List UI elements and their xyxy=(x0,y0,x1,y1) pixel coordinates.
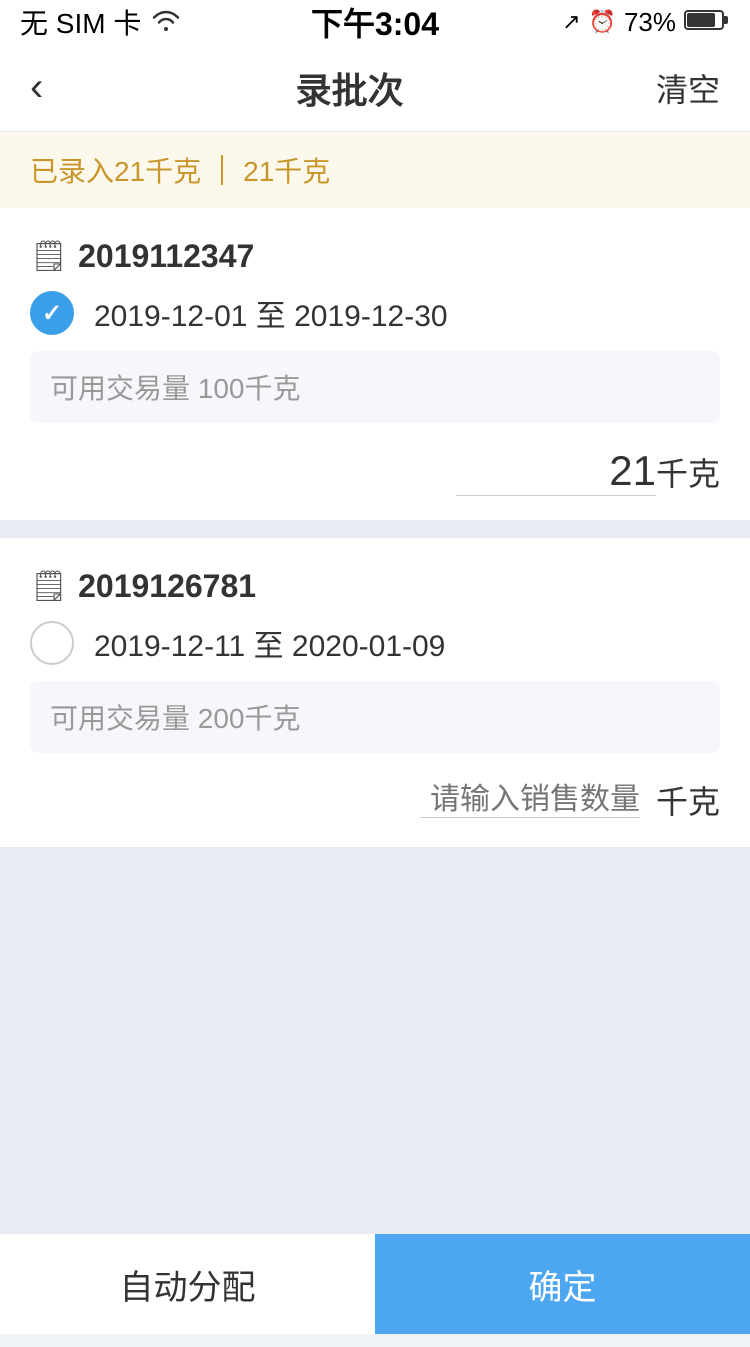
auto-distribute-button[interactable]: 自动分配 xyxy=(0,1234,375,1334)
avail-text-1: 可用交易量 100千克 xyxy=(50,373,301,404)
info-divider xyxy=(221,155,223,185)
status-icons: ↗ ⏰ 73% xyxy=(562,7,730,38)
alarm-icon: ⏰ xyxy=(589,9,616,35)
status-bar: 无 SIM 卡 下午3:04 ↗ ⏰ 73% xyxy=(0,0,750,44)
batch-radio-2[interactable] xyxy=(30,621,74,665)
avail-box-2: 可用交易量 200千克 xyxy=(30,681,720,753)
batch-date-2: 2019-12-11 至 2020-01-09 xyxy=(94,621,445,665)
clear-button[interactable]: 清空 xyxy=(656,65,720,111)
batch-row-2: 2019-12-11 至 2020-01-09 xyxy=(30,621,720,665)
carrier-text: 无 SIM 卡 xyxy=(20,2,141,42)
status-time: 下午3:04 xyxy=(311,0,439,45)
avail-text-2: 可用交易量 200千克 xyxy=(50,703,301,734)
batch-doc-icon-1: 🗒 xyxy=(30,239,68,274)
qty-unit-2: 千克 xyxy=(656,777,720,823)
empty-area xyxy=(0,847,750,1247)
page-title: 录批次 xyxy=(296,62,404,114)
bottom-bar: 自动分配 确定 xyxy=(0,1234,750,1334)
entered-amount: 已录入21千克 xyxy=(30,150,201,190)
qty-row-1: 千克 xyxy=(0,423,750,520)
batch-row-1: 2019-12-01 至 2019-12-30 xyxy=(30,291,720,335)
location-icon: ↗ xyxy=(562,9,580,35)
qty-unit-1: 千克 xyxy=(656,449,720,495)
qty-input-2[interactable] xyxy=(420,783,640,818)
avail-box-1: 可用交易量 100千克 xyxy=(30,351,720,423)
confirm-button[interactable]: 确定 xyxy=(375,1234,750,1334)
total-amount: 21千克 xyxy=(243,150,330,190)
batch-id-1: 2019112347 xyxy=(78,238,254,275)
back-button[interactable]: ‹ xyxy=(30,65,43,110)
info-banner: 已录入21千克 21千克 xyxy=(0,132,750,208)
batch-header-1: 🗒 2019112347 xyxy=(30,238,720,275)
input-row-2: 千克 xyxy=(0,753,750,847)
batch-radio-1[interactable] xyxy=(30,291,74,335)
batch-doc-icon-2: 🗒 xyxy=(30,569,68,604)
batch-id-2: 2019126781 xyxy=(78,568,256,605)
batch-card-2: 🗒 2019126781 2019-12-11 至 2020-01-09 可用交… xyxy=(0,538,750,753)
battery-icon xyxy=(684,7,730,38)
status-carrier: 无 SIM 卡 xyxy=(20,2,181,42)
battery-text: 73% xyxy=(624,7,676,38)
batch-header-2: 🗒 2019126781 xyxy=(30,568,720,605)
batch-date-1: 2019-12-01 至 2019-12-30 xyxy=(94,291,448,335)
section-separator xyxy=(0,520,750,538)
batch-card-1: 🗒 2019112347 2019-12-01 至 2019-12-30 可用交… xyxy=(0,208,750,423)
wifi-icon xyxy=(151,6,181,38)
qty-input-1[interactable] xyxy=(456,447,656,496)
nav-bar: ‹ 录批次 清空 xyxy=(0,44,750,132)
